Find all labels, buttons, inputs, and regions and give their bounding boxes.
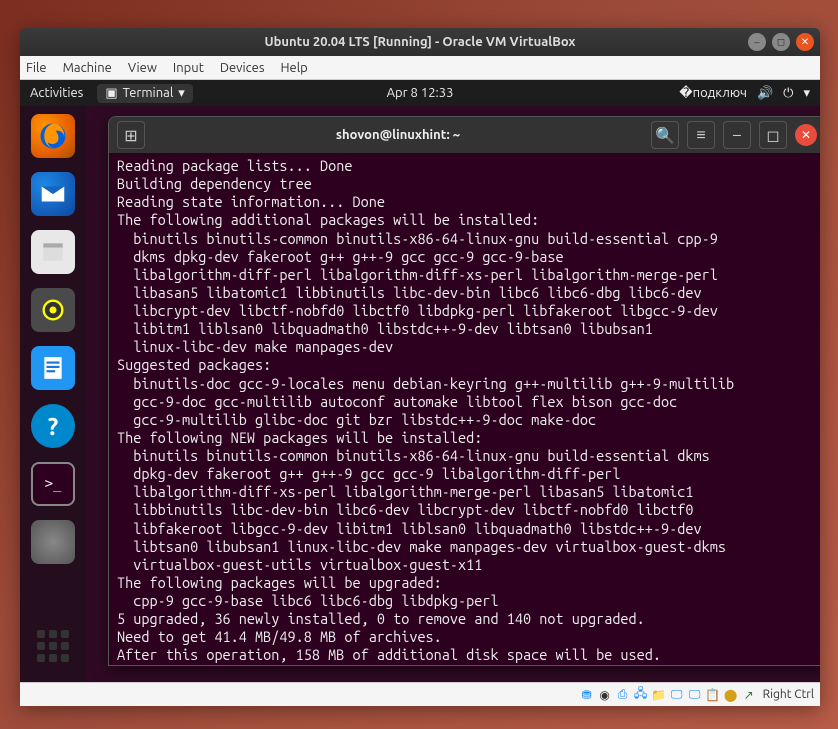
chevron-down-icon: ▾ xyxy=(803,86,810,101)
gnome-topbar: Activities ▣ Terminal ▾ Apr 8 12:33 �под… xyxy=(20,80,820,106)
libreoffice-writer-icon[interactable] xyxy=(31,346,75,390)
vm-title: Ubuntu 20.04 LTS [Running] - Oracle VM V… xyxy=(265,35,576,49)
dock: ? >_ xyxy=(20,106,86,682)
software-icon[interactable] xyxy=(31,520,75,564)
volume-icon: 🔊 xyxy=(757,86,773,101)
clock[interactable]: Apr 8 12:33 xyxy=(387,86,454,100)
app-menu-label: Terminal xyxy=(123,86,174,100)
hamburger-menu-button[interactable]: ≡ xyxy=(687,121,715,149)
thunderbird-icon[interactable] xyxy=(31,172,75,216)
cd-icon[interactable]: ◉ xyxy=(597,687,613,703)
vm-menu-input[interactable]: Input xyxy=(173,61,204,75)
terminal-output[interactable]: Reading package lists... DoneBuilding de… xyxy=(109,153,820,666)
vm-menu-help[interactable]: Help xyxy=(281,61,308,75)
vm-menubar: File Machine View Input Devices Help xyxy=(20,56,820,80)
power-icon: ⏻ xyxy=(783,86,793,101)
network-status-icon[interactable]: 🖧 xyxy=(633,687,649,703)
vm-close-button[interactable]: ✕ xyxy=(796,33,814,51)
vm-statusbar: ⛃ ◉ ⎙ 🖧 📁 🖵 🖵 📋 ⬤ ↗ Right Ctrl xyxy=(20,682,820,706)
usb-icon[interactable]: ⎙ xyxy=(615,687,631,703)
hdd-icon[interactable]: ⛃ xyxy=(579,687,595,703)
display-icon[interactable]: 🖵 xyxy=(669,687,685,703)
clipboard-icon[interactable]: 📋 xyxy=(705,687,721,703)
activities-button[interactable]: Activities xyxy=(30,86,83,100)
network-icon: �подключ xyxy=(679,86,747,101)
terminal-window: ⊞ shovon@linuxhint: ~ 🔍 ≡ – ◻ ✕ Reading … xyxy=(108,116,820,666)
virtualbox-window: Ubuntu 20.04 LTS [Running] - Oracle VM V… xyxy=(20,28,820,706)
rhythmbox-icon[interactable] xyxy=(31,288,75,332)
vm-menu-view[interactable]: View xyxy=(128,61,157,75)
vm-maximize-button[interactable]: ◻ xyxy=(772,33,790,51)
host-key-label: Right Ctrl xyxy=(763,688,814,701)
files-icon[interactable] xyxy=(31,230,75,274)
show-applications-icon[interactable] xyxy=(31,624,75,668)
chevron-down-icon: ▾ xyxy=(178,86,185,101)
recording-icon[interactable]: ⬤ xyxy=(723,687,739,703)
terminal-indicator-icon: ▣ xyxy=(105,86,117,101)
terminal-header[interactable]: ⊞ shovon@linuxhint: ~ 🔍 ≡ – ◻ ✕ xyxy=(109,117,820,153)
new-tab-button[interactable]: ⊞ xyxy=(117,121,145,149)
vm-window-controls: – ◻ ✕ xyxy=(748,33,814,51)
help-icon[interactable]: ? xyxy=(31,404,75,448)
vm-titlebar[interactable]: Ubuntu 20.04 LTS [Running] - Oracle VM V… xyxy=(20,28,820,56)
vm-menu-machine[interactable]: Machine xyxy=(63,61,112,75)
maximize-button[interactable]: ◻ xyxy=(759,121,787,149)
firefox-icon[interactable] xyxy=(31,114,75,158)
vm-minimize-button[interactable]: – xyxy=(748,33,766,51)
guest-desktop: Activities ▣ Terminal ▾ Apr 8 12:33 �под… xyxy=(20,80,820,682)
close-button[interactable]: ✕ xyxy=(795,124,817,146)
terminal-title: shovon@linuxhint: ~ xyxy=(153,128,643,142)
topbar-left: Activities ▣ Terminal ▾ xyxy=(30,84,193,103)
terminal-dock-icon[interactable]: >_ xyxy=(31,462,75,506)
minimize-button[interactable]: – xyxy=(723,121,751,149)
mouse-integration-icon[interactable]: ↗ xyxy=(741,687,757,703)
vm-menu-file[interactable]: File xyxy=(26,61,47,75)
vm-menu-devices[interactable]: Devices xyxy=(220,61,265,75)
system-tray[interactable]: �подключ 🔊 ⏻ ▾ xyxy=(679,86,810,101)
shared-folder-icon[interactable]: 📁 xyxy=(651,687,667,703)
app-menu[interactable]: ▣ Terminal ▾ xyxy=(97,84,192,103)
audio-icon[interactable]: 🖵 xyxy=(687,687,703,703)
search-button[interactable]: 🔍 xyxy=(651,121,679,149)
